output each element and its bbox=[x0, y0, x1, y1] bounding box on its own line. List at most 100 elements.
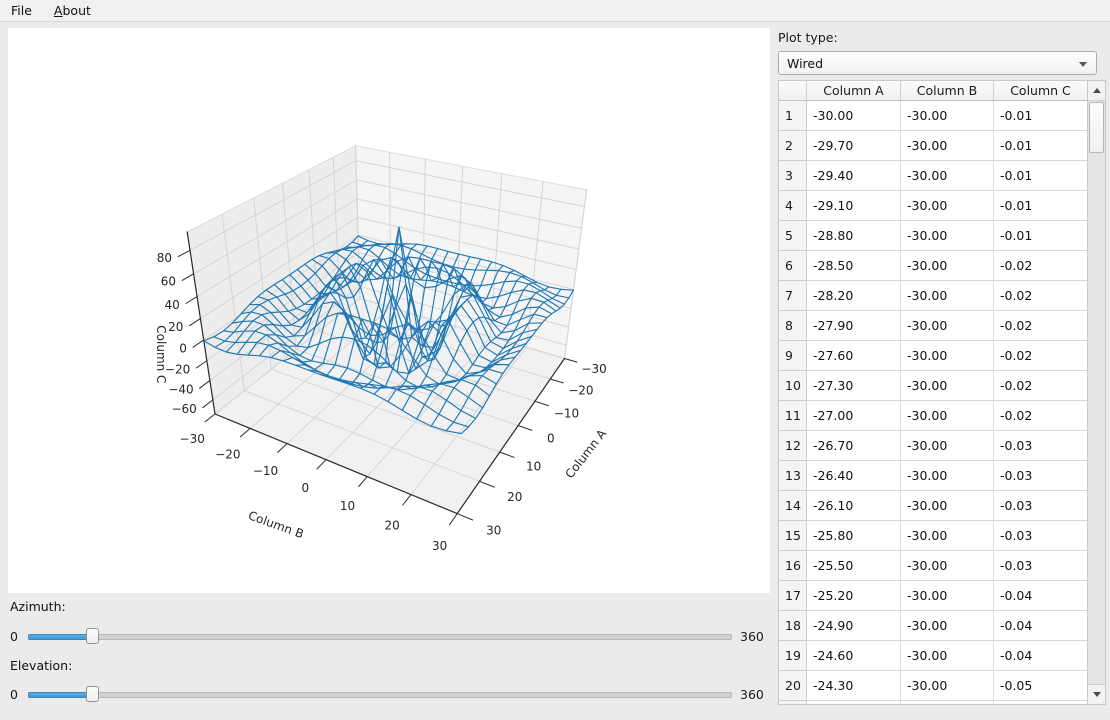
row-number-cell[interactable]: 16 bbox=[779, 551, 807, 581]
row-number-cell[interactable]: 8 bbox=[779, 311, 807, 341]
row-number-cell[interactable]: 5 bbox=[779, 221, 807, 251]
table-cell[interactable] bbox=[901, 701, 994, 705]
table-cell[interactable]: -29.10 bbox=[807, 191, 901, 221]
row-number-cell[interactable]: 15 bbox=[779, 521, 807, 551]
table-cell[interactable]: -30.00 bbox=[901, 161, 994, 191]
table-cell[interactable]: -30.00 bbox=[901, 191, 994, 221]
table-cell[interactable]: -27.90 bbox=[807, 311, 901, 341]
table-cell[interactable]: -27.30 bbox=[807, 371, 901, 401]
table-cell[interactable]: -24.30 bbox=[807, 671, 901, 701]
table-cell[interactable]: -0.01 bbox=[994, 131, 1087, 161]
table-cell[interactable]: -24.90 bbox=[807, 611, 901, 641]
table-cell[interactable]: -30.00 bbox=[807, 101, 901, 131]
table-cell[interactable]: -0.03 bbox=[994, 551, 1087, 581]
table-cell[interactable]: -0.02 bbox=[994, 341, 1087, 371]
table-cell[interactable]: -0.03 bbox=[994, 491, 1087, 521]
table-cell[interactable]: -30.00 bbox=[901, 221, 994, 251]
column-header-b[interactable]: Column B bbox=[901, 81, 994, 100]
row-number-cell[interactable]: 17 bbox=[779, 581, 807, 611]
azimuth-slider-track[interactable] bbox=[28, 634, 732, 640]
row-number-cell[interactable]: 11 bbox=[779, 401, 807, 431]
table-cell[interactable]: -30.00 bbox=[901, 491, 994, 521]
table-cell[interactable]: -0.02 bbox=[994, 251, 1087, 281]
table-cell[interactable]: -30.00 bbox=[901, 431, 994, 461]
scrollbar-thumb[interactable] bbox=[1089, 102, 1104, 153]
table-cell[interactable]: -0.02 bbox=[994, 371, 1087, 401]
table-cell[interactable]: -25.50 bbox=[807, 551, 901, 581]
row-number-cell[interactable]: 1 bbox=[779, 101, 807, 131]
table-cell[interactable]: -26.70 bbox=[807, 431, 901, 461]
table-cell[interactable]: -0.01 bbox=[994, 101, 1087, 131]
table-cell[interactable] bbox=[994, 701, 1087, 705]
table-cell[interactable]: -30.00 bbox=[901, 641, 994, 671]
row-number-cell[interactable]: 10 bbox=[779, 371, 807, 401]
table-cell[interactable]: -0.03 bbox=[994, 521, 1087, 551]
table-cell[interactable]: -0.04 bbox=[994, 641, 1087, 671]
azimuth-slider[interactable] bbox=[28, 627, 732, 645]
menu-file[interactable]: File bbox=[0, 1, 43, 20]
table-cell[interactable]: -30.00 bbox=[901, 251, 994, 281]
row-number-cell[interactable]: 13 bbox=[779, 461, 807, 491]
scrollbar-down-button[interactable] bbox=[1088, 684, 1105, 704]
table-cell[interactable]: -30.00 bbox=[901, 461, 994, 491]
row-number-cell[interactable]: 7 bbox=[779, 281, 807, 311]
table-cell[interactable]: -0.02 bbox=[994, 311, 1087, 341]
table-cell[interactable]: -0.04 bbox=[994, 581, 1087, 611]
table-cell[interactable] bbox=[807, 701, 901, 705]
row-number-cell[interactable]: 2 bbox=[779, 131, 807, 161]
table-cell[interactable]: -24.60 bbox=[807, 641, 901, 671]
table-cell[interactable]: -0.03 bbox=[994, 431, 1087, 461]
row-number-cell[interactable]: 19 bbox=[779, 641, 807, 671]
table-cell[interactable]: -28.20 bbox=[807, 281, 901, 311]
table-cell[interactable]: -30.00 bbox=[901, 371, 994, 401]
table-cell[interactable]: -0.01 bbox=[994, 221, 1087, 251]
row-number-cell[interactable]: 6 bbox=[779, 251, 807, 281]
azimuth-slider-handle[interactable] bbox=[86, 628, 99, 644]
table-cell[interactable]: -26.40 bbox=[807, 461, 901, 491]
table-cell[interactable]: -27.00 bbox=[807, 401, 901, 431]
row-number-cell[interactable]: 14 bbox=[779, 491, 807, 521]
column-header-c[interactable]: Column C bbox=[994, 81, 1087, 100]
row-number-cell[interactable] bbox=[779, 701, 807, 705]
table-cell[interactable]: -30.00 bbox=[901, 611, 994, 641]
row-number-cell[interactable]: 20 bbox=[779, 671, 807, 701]
table-cell[interactable]: -30.00 bbox=[901, 281, 994, 311]
table-cell[interactable]: -25.80 bbox=[807, 521, 901, 551]
table-cell[interactable]: -30.00 bbox=[901, 341, 994, 371]
table-cell[interactable]: -0.03 bbox=[994, 461, 1087, 491]
table-cell[interactable]: -30.00 bbox=[901, 101, 994, 131]
table-cell[interactable]: -29.40 bbox=[807, 161, 901, 191]
table-cell[interactable]: -27.60 bbox=[807, 341, 901, 371]
table-cell[interactable]: -28.80 bbox=[807, 221, 901, 251]
table-cell[interactable]: -30.00 bbox=[901, 521, 994, 551]
table-cell[interactable]: -0.01 bbox=[994, 191, 1087, 221]
table-cell[interactable]: -0.04 bbox=[994, 611, 1087, 641]
table-cell[interactable]: -29.70 bbox=[807, 131, 901, 161]
table-cell[interactable]: -30.00 bbox=[901, 131, 994, 161]
table-cell[interactable]: -30.00 bbox=[901, 551, 994, 581]
table-cell[interactable]: -25.20 bbox=[807, 581, 901, 611]
row-number-cell[interactable]: 4 bbox=[779, 191, 807, 221]
table-vertical-scrollbar[interactable] bbox=[1087, 81, 1105, 704]
row-number-cell[interactable]: 9 bbox=[779, 341, 807, 371]
table-cell[interactable]: -30.00 bbox=[901, 311, 994, 341]
table-cell[interactable]: -30.00 bbox=[901, 401, 994, 431]
elevation-slider-track[interactable] bbox=[28, 692, 732, 698]
elevation-slider[interactable] bbox=[28, 685, 732, 703]
table-cell[interactable]: -26.10 bbox=[807, 491, 901, 521]
table-cell[interactable]: -28.50 bbox=[807, 251, 901, 281]
elevation-slider-handle[interactable] bbox=[86, 686, 99, 702]
table-cell[interactable]: -0.02 bbox=[994, 401, 1087, 431]
row-number-cell[interactable]: 18 bbox=[779, 611, 807, 641]
menu-about[interactable]: About bbox=[43, 1, 102, 20]
table-corner-cell[interactable] bbox=[779, 81, 807, 100]
table-cell[interactable]: -0.02 bbox=[994, 281, 1087, 311]
table-cell[interactable]: -30.00 bbox=[901, 581, 994, 611]
row-number-cell[interactable]: 12 bbox=[779, 431, 807, 461]
table-cell[interactable]: -0.01 bbox=[994, 161, 1087, 191]
column-header-a[interactable]: Column A bbox=[807, 81, 901, 100]
table-cell[interactable]: -30.00 bbox=[901, 671, 994, 701]
row-number-cell[interactable]: 3 bbox=[779, 161, 807, 191]
scrollbar-up-button[interactable] bbox=[1088, 81, 1105, 101]
plot-type-select[interactable]: Wired bbox=[778, 51, 1097, 75]
